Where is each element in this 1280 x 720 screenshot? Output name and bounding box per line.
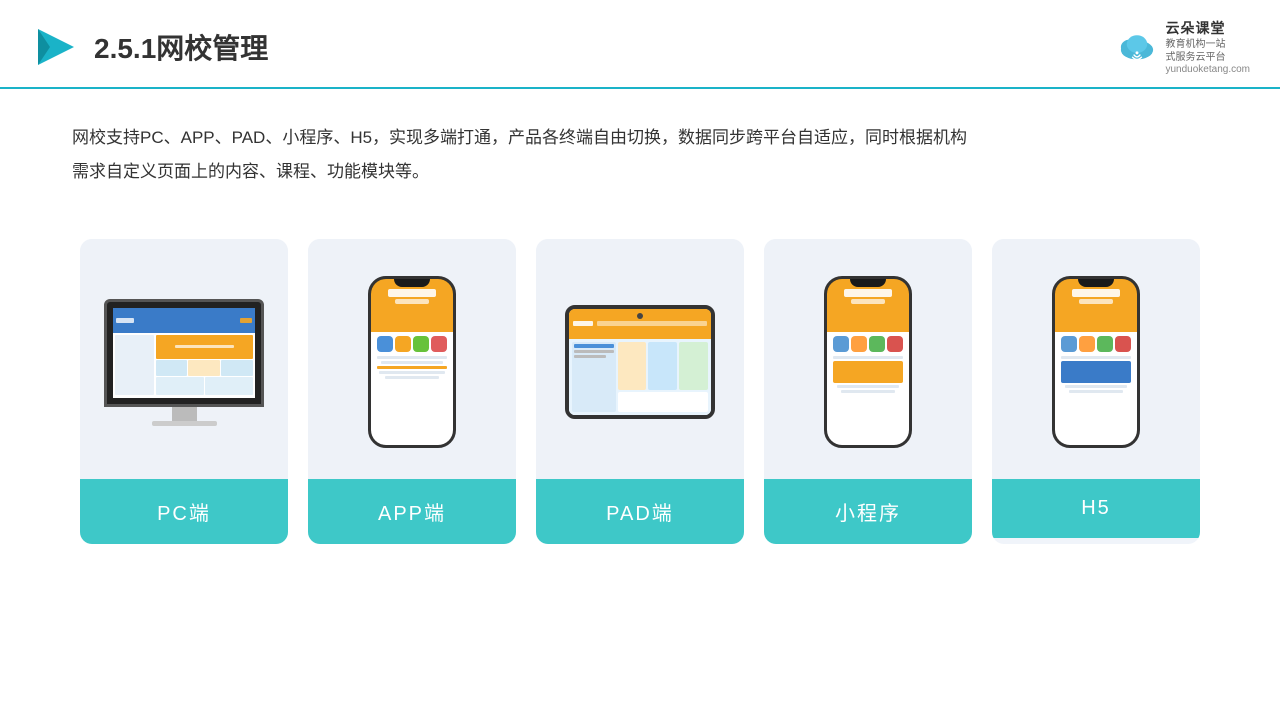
card-mini-image xyxy=(764,239,972,479)
logo-arrow-icon xyxy=(30,23,78,71)
phone-outer-app xyxy=(368,276,456,448)
phone-screen-app xyxy=(371,279,453,445)
pc-screen-outer xyxy=(104,299,264,407)
card-mini-label: 小程序 xyxy=(764,479,972,544)
phone-notch-mini xyxy=(850,279,886,287)
card-pad-label: PAD端 xyxy=(536,479,744,544)
phone-mockup-mini xyxy=(824,276,912,448)
header-right: 云朵课堂 教育机构一站 式服务云平台 yunduoketang.com xyxy=(1115,18,1250,75)
phone-outer-h5 xyxy=(1052,276,1140,448)
brand-url: yunduoketang.com xyxy=(1165,64,1250,75)
description-line1: 网校支持PC、APP、PAD、小程序、H5，实现多端打通，产品各终端自由切换，数… xyxy=(72,121,1208,155)
card-app: APP端 xyxy=(308,239,516,544)
cards-container: PC端 xyxy=(0,219,1280,574)
phone-mockup-app xyxy=(368,276,456,448)
phone-screen-h5 xyxy=(1055,279,1137,445)
phone-outer-mini xyxy=(824,276,912,448)
description-block: 网校支持PC、APP、PAD、小程序、H5，实现多端打通，产品各终端自由切换，数… xyxy=(0,89,1280,209)
card-pad: PAD端 xyxy=(536,239,744,544)
card-h5: H5 xyxy=(992,239,1200,544)
cloud-brand-icon xyxy=(1115,29,1159,65)
tablet-outer xyxy=(565,305,715,419)
phone-notch-h5 xyxy=(1078,279,1114,287)
phone-mockup-h5 xyxy=(1052,276,1140,448)
header: 2.5.1网校管理 云朵课堂 教育机构一站 式服务云平台 yunduo xyxy=(0,0,1280,89)
tablet-mockup xyxy=(565,305,715,419)
tablet-screen xyxy=(569,309,711,415)
card-app-label: APP端 xyxy=(308,479,516,544)
card-h5-image xyxy=(992,239,1200,479)
page-title: 2.5.1网校管理 xyxy=(94,27,268,67)
brand-sub1: 教育机构一站 式服务云平台 xyxy=(1165,38,1225,64)
tablet-camera xyxy=(637,313,643,319)
description-line2: 需求自定义页面上的内容、课程、功能模块等。 xyxy=(72,155,1208,189)
card-pc: PC端 xyxy=(80,239,288,544)
phone-notch-app xyxy=(394,279,430,287)
card-app-image xyxy=(308,239,516,479)
brand-text-block: 云朵课堂 教育机构一站 式服务云平台 yunduoketang.com xyxy=(1165,18,1250,75)
pc-mockup xyxy=(104,299,264,426)
card-pad-image xyxy=(536,239,744,479)
header-left: 2.5.1网校管理 xyxy=(30,23,268,71)
phone-screen-mini xyxy=(827,279,909,445)
pc-screen-content xyxy=(113,308,255,398)
brand-name: 云朵课堂 xyxy=(1165,18,1225,38)
card-h5-label: H5 xyxy=(992,479,1200,538)
card-mini: 小程序 xyxy=(764,239,972,544)
brand-logo: 云朵课堂 教育机构一站 式服务云平台 yunduoketang.com xyxy=(1115,18,1250,75)
card-pc-image xyxy=(80,239,288,479)
card-pc-label: PC端 xyxy=(80,479,288,544)
